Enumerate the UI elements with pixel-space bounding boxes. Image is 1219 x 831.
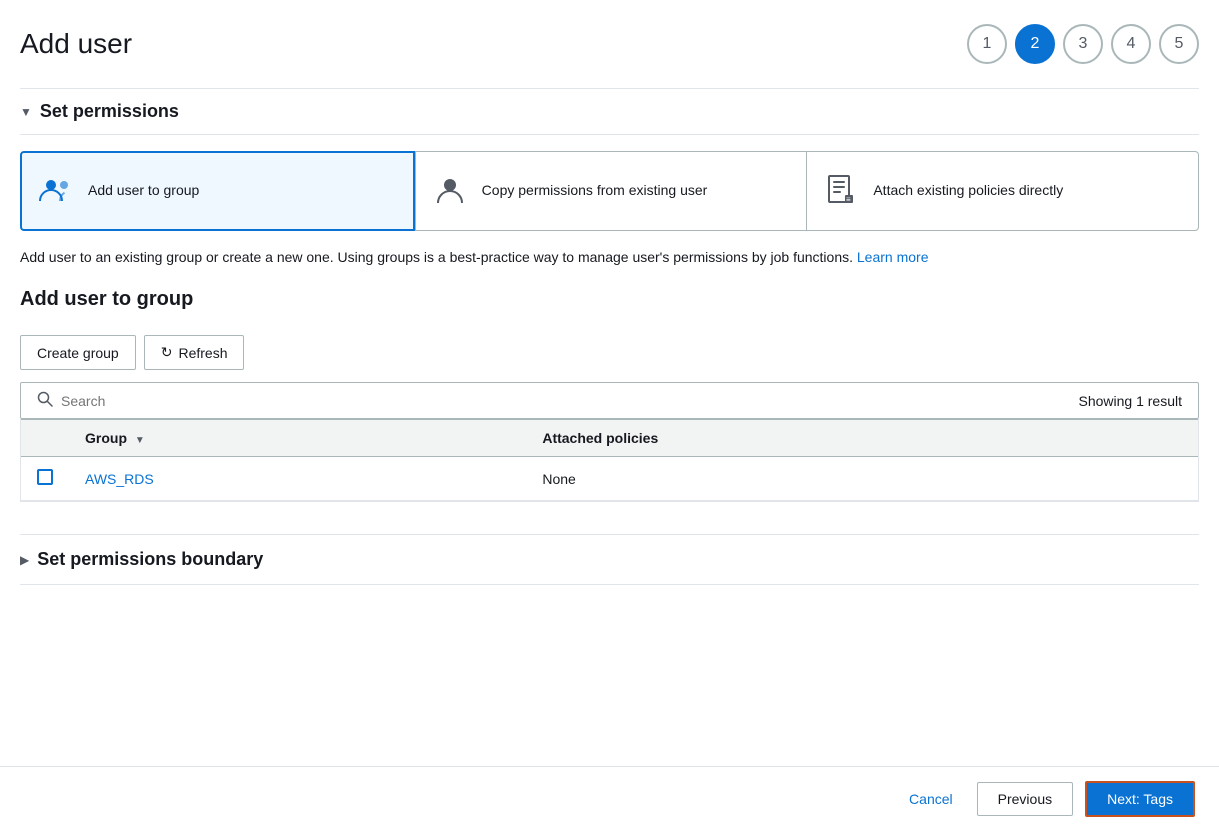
chevron-right-icon: ▶ (20, 553, 29, 567)
add-user-to-group-label: Add user to group (88, 181, 199, 201)
search-container: Showing 1 result (20, 382, 1199, 419)
learn-more-link[interactable]: Learn more (857, 249, 929, 265)
groups-table-wrapper: Group ▼ Attached policies AWS_RDS None (20, 419, 1199, 502)
search-icon (37, 391, 53, 410)
step-3[interactable]: 3 (1063, 24, 1103, 64)
step-2[interactable]: 2 (1015, 24, 1055, 64)
chevron-down-icon: ▼ (20, 105, 32, 119)
attached-policies-column-header: Attached policies (526, 420, 1198, 457)
users-icon (38, 173, 74, 209)
person-icon (432, 173, 468, 209)
copy-permissions-label: Copy permissions from existing user (482, 181, 708, 201)
refresh-icon: ↻ (161, 344, 173, 361)
next-tags-button[interactable]: Next: Tags (1085, 781, 1195, 817)
group-name-link[interactable]: AWS_RDS (85, 471, 154, 487)
select-all-header (21, 420, 69, 457)
set-permissions-title: Set permissions (40, 101, 179, 122)
refresh-label: Refresh (178, 345, 227, 361)
cancel-button[interactable]: Cancel (897, 783, 965, 815)
search-input-wrap (37, 391, 487, 410)
description-text: Add user to an existing group or create … (20, 247, 1199, 268)
create-group-button[interactable]: Create group (20, 335, 136, 370)
row-checkbox[interactable] (37, 469, 53, 485)
add-user-to-group-option[interactable]: Add user to group (20, 151, 415, 231)
group-column-header[interactable]: Group ▼ (69, 420, 526, 457)
add-user-to-group-section-title: Add user to group (20, 288, 1199, 319)
attach-policies-label: Attach existing policies directly (873, 181, 1063, 201)
attached-policies-cell: None (526, 457, 1198, 501)
attach-policies-option[interactable]: ≡ Attach existing policies directly (807, 151, 1199, 231)
set-permissions-boundary-title: Set permissions boundary (37, 549, 263, 570)
copy-permissions-option[interactable]: Copy permissions from existing user (415, 151, 808, 231)
step-1[interactable]: 1 (967, 24, 1007, 64)
footer-bar: Cancel Previous Next: Tags (0, 766, 1219, 831)
table-row: AWS_RDS None (21, 457, 1198, 501)
set-permissions-section-header[interactable]: ▼ Set permissions (20, 88, 1199, 135)
sort-icon: ▼ (135, 435, 145, 446)
search-input[interactable] (61, 393, 487, 409)
row-checkbox-cell[interactable] (21, 457, 69, 501)
groups-table: Group ▼ Attached policies AWS_RDS None (21, 419, 1198, 501)
refresh-button[interactable]: ↻ Refresh (144, 335, 245, 370)
set-permissions-boundary-header[interactable]: ▶ Set permissions boundary (20, 534, 1199, 585)
svg-text:≡: ≡ (846, 195, 851, 204)
page-title: Add user (20, 28, 132, 60)
step-indicators: 1 2 3 4 5 (967, 24, 1199, 64)
step-5[interactable]: 5 (1159, 24, 1199, 64)
showing-result-text: Showing 1 result (1078, 393, 1182, 409)
document-icon: ≡ (823, 173, 859, 209)
group-name-cell: AWS_RDS (69, 457, 526, 501)
step-4[interactable]: 4 (1111, 24, 1151, 64)
action-buttons: Create group ↻ Refresh (20, 335, 1199, 370)
previous-button[interactable]: Previous (977, 782, 1073, 816)
permission-options-group: Add user to group Copy permissions from … (20, 151, 1199, 231)
